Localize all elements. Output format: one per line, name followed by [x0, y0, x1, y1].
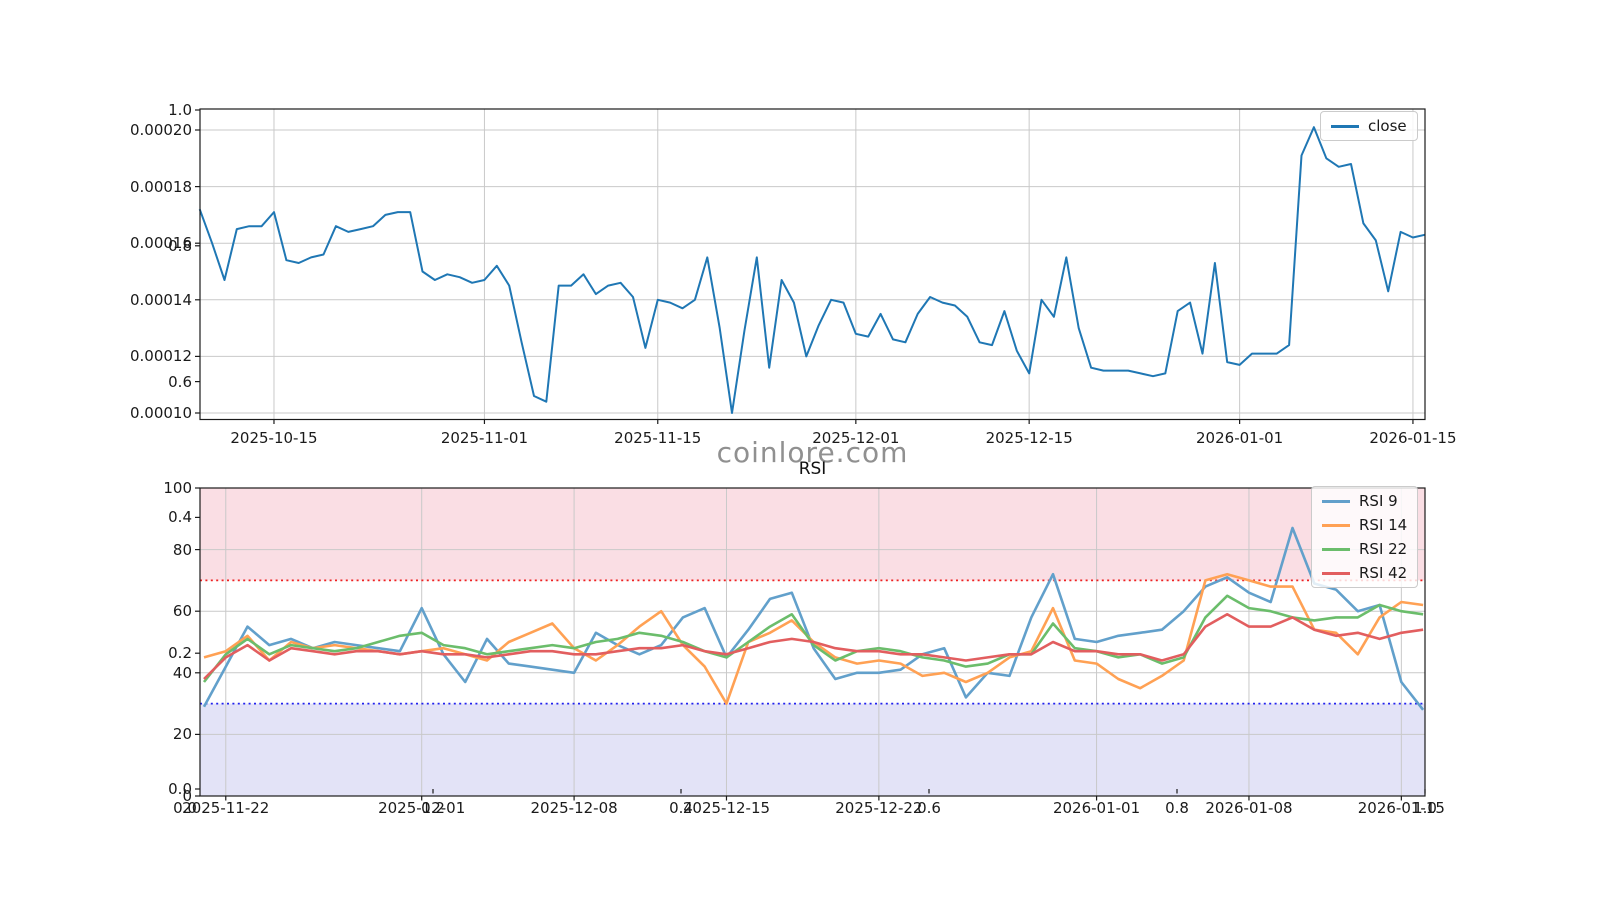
- legend-entry: RSI 22: [1322, 540, 1407, 558]
- ghost-y-tick-label: 0.6: [168, 372, 192, 391]
- legend-swatch: [1322, 499, 1350, 503]
- rsi-y-tick-label: 80: [172, 540, 192, 559]
- rsi-x-tick-label: 2025-12-15: [682, 799, 771, 817]
- close-line: [198, 126, 1426, 414]
- chart-figure: 0.00010 0.00012 0.00014 0.00016 0.00018 0.000…: [0, 0, 1600, 900]
- rsi-oversold-zone: [200, 703, 1425, 796]
- rsi-chart-title: RSI: [798, 459, 827, 479]
- rsi-y-tick-label: 60: [172, 602, 192, 621]
- rsi-y-tick-label: 100: [163, 479, 192, 497]
- rsi-y-tick-label: 40: [172, 663, 192, 682]
- legend-label: RSI 14: [1359, 516, 1408, 534]
- price-legend: close: [1320, 111, 1418, 141]
- legend-swatch: [1322, 523, 1350, 527]
- rsi-y-tick-label: 20: [172, 725, 192, 744]
- legend-label: RSI 22: [1359, 540, 1408, 558]
- ghost-y-tick-label: 0.4: [168, 508, 192, 527]
- ghost-x-tick-label: 0.0: [173, 799, 197, 817]
- ghost-x-tick-label: 0.2: [421, 799, 445, 817]
- legend-swatch: [1322, 571, 1350, 575]
- legend-entry: RSI 14: [1322, 516, 1407, 534]
- legend-swatch: [1322, 547, 1350, 551]
- ghost-y-tick-label: 0.2: [168, 644, 192, 663]
- legend-swatch: [1331, 124, 1359, 128]
- ghost-y-tick-label: 0.8: [168, 236, 192, 255]
- rsi-legend: RSI 9 RSI 14 RSI 22 RSI 42: [1311, 486, 1419, 588]
- legend-entry: close: [1331, 117, 1407, 135]
- legend-label: RSI 42: [1359, 564, 1408, 582]
- legend-entry: RSI 42: [1322, 564, 1407, 582]
- rsi-x-tick-label: 2026-01-01: [1052, 799, 1141, 817]
- ghost-x-tick-label: 1.0: [1413, 799, 1437, 817]
- rsi-22-line: [202, 594, 1424, 683]
- legend-label: RSI 9: [1359, 492, 1398, 510]
- rsi-x-tick-label: 2025-12-08: [530, 799, 618, 817]
- ghost-y-tick-label: 0.0: [168, 780, 192, 798]
- price-y-tick-label: 0.00014: [129, 290, 192, 309]
- ghost-x-tick-label: 0.4: [669, 799, 693, 817]
- price-plot-border: [199, 108, 1426, 421]
- legend-label: close: [1368, 117, 1407, 135]
- ghost-x-tick-label: 0.8: [1165, 799, 1189, 817]
- rsi-x-tick-label: 2025-12-22: [835, 799, 923, 817]
- rsi-x-tick-label: 2026-01-08: [1205, 799, 1293, 817]
- price-y-tick-label: 0.00020: [129, 121, 192, 139]
- legend-entry: RSI 9: [1322, 492, 1407, 510]
- price-y-tick-label: 0.00012: [129, 347, 192, 366]
- ghost-x-tick-label: 0.6: [917, 799, 941, 817]
- rsi-overbought-zone: [200, 488, 1425, 581]
- price-y-tick-label: 0.00010: [129, 404, 192, 422]
- price-y-tick-label: 0.00018: [129, 177, 192, 196]
- ghost-y-tick-label: 1.0: [168, 101, 192, 119]
